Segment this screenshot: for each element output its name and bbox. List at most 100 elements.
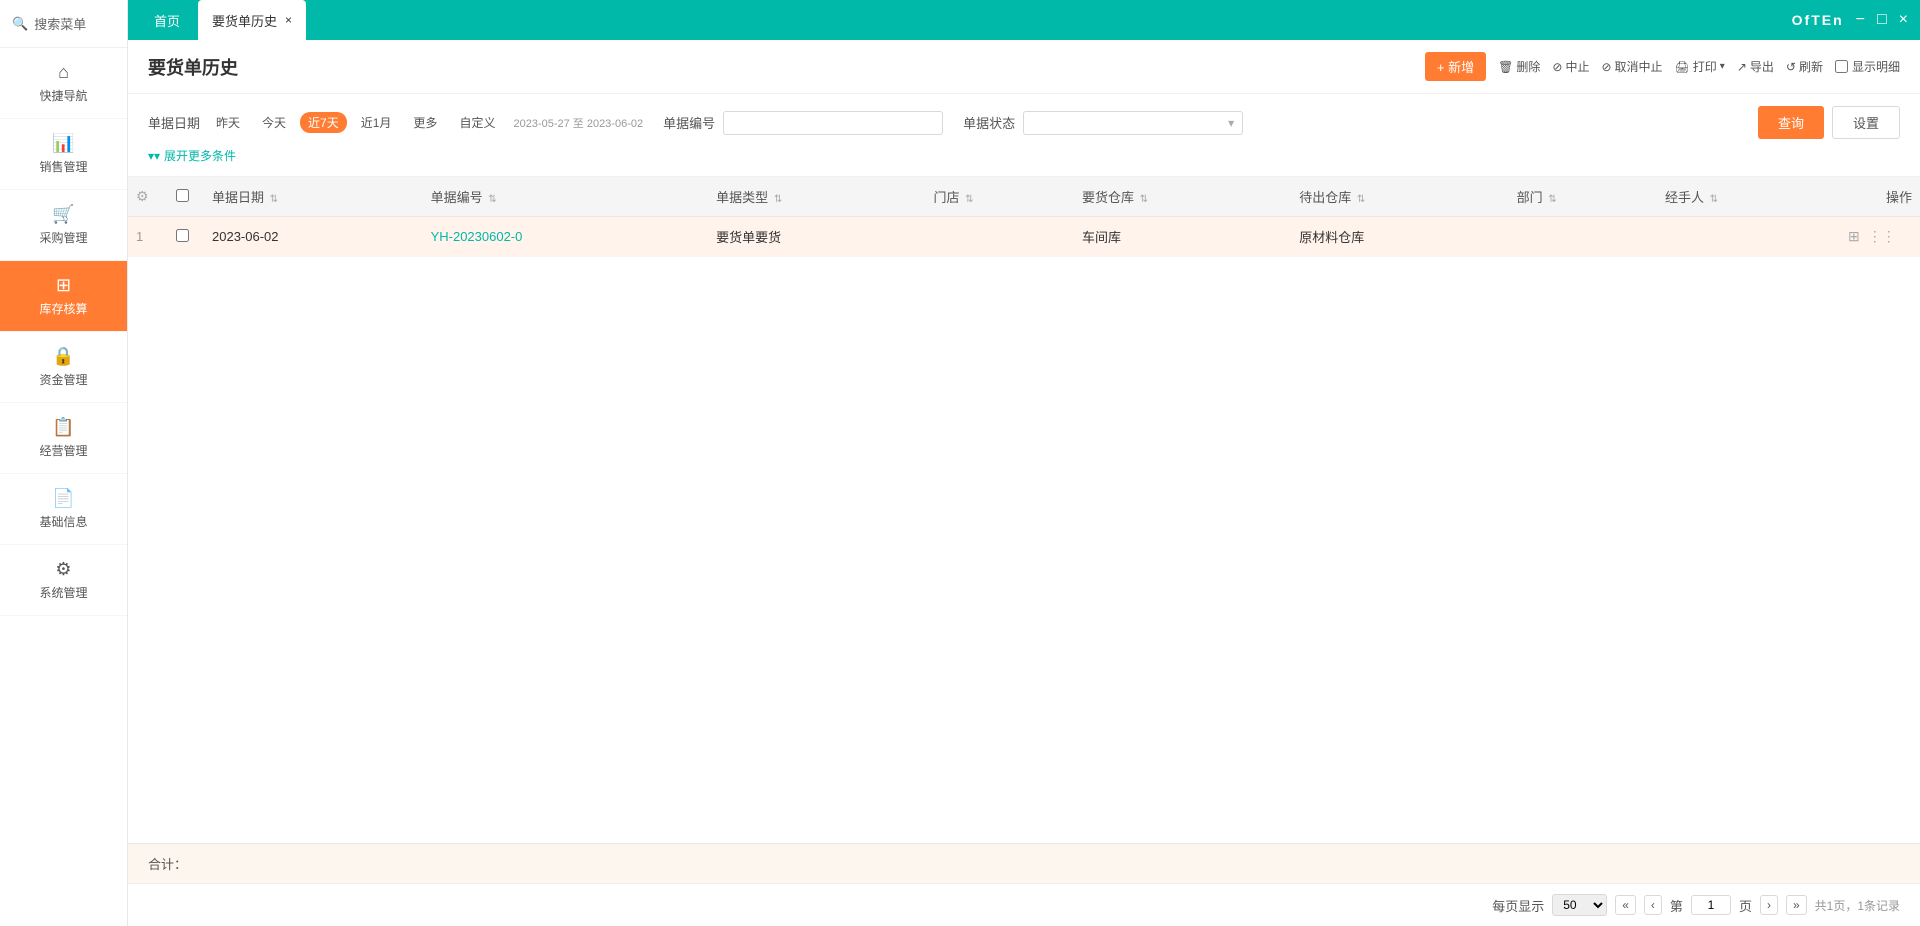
table-header-row: ⚙ 单据日期 ⇅ 单据编号 ⇅ 单据类型 ⇅ [128, 177, 1920, 217]
status-label: 单据状态 [963, 113, 1015, 132]
date-btn-yesterday[interactable]: 昨天 [208, 112, 248, 133]
sidebar-item-finance[interactable]: 🔒 资金管理 [0, 332, 127, 403]
expand-filter-button[interactable]: ▾▾ 展开更多条件 [148, 147, 236, 164]
refresh-label: 刷新 [1799, 58, 1823, 75]
row-more-icon[interactable]: ⋮⋮ [1868, 228, 1896, 245]
row-checkbox-cell [168, 217, 204, 257]
date-btn-more[interactable]: 更多 [405, 112, 445, 133]
row-store [926, 217, 1074, 257]
refresh-button[interactable]: ↺ 刷新 [1786, 58, 1823, 75]
export-button[interactable]: ↗ 导出 [1737, 58, 1774, 75]
cancel-stop-icon: ⊘ [1601, 60, 1611, 74]
col-store-label: 门店 [934, 190, 960, 205]
filter-date: 单据日期 昨天 今天 近7天 近1月 更多 自定义 2023-05-27 至 2… [148, 112, 643, 133]
date-btn-custom[interactable]: 自定义 [451, 112, 503, 133]
select-all-checkbox[interactable] [176, 189, 189, 202]
tab-close-icon[interactable]: × [285, 13, 292, 27]
print-icon: 🖨 [1675, 60, 1690, 74]
add-button[interactable]: + 新增 [1425, 52, 1486, 81]
sort-request-warehouse-icon[interactable]: ⇅ [1140, 194, 1148, 205]
tab-home[interactable]: 首页 [140, 0, 194, 40]
display-detail-toggle[interactable]: 显示明细 [1835, 58, 1900, 75]
filter-area: 单据日期 昨天 今天 近7天 近1月 更多 自定义 2023-05-27 至 2… [128, 94, 1920, 177]
row-bill-type: 要货单要货 [708, 217, 925, 257]
display-detail-checkbox[interactable] [1835, 60, 1848, 73]
col-action: 操作 [1840, 177, 1920, 217]
expand-label: 展开更多条件 [164, 147, 236, 164]
data-table: ⚙ 单据日期 ⇅ 单据编号 ⇅ 单据类型 ⇅ [128, 177, 1920, 257]
row-checkbox[interactable] [176, 229, 189, 242]
sidebar-item-basic[interactable]: 📄 基础信息 [0, 474, 127, 545]
table-body: 1 2023-06-02 YH-20230602-0 要货单要货 车间库 原材料… [128, 217, 1920, 257]
date-btn-7days[interactable]: 近7天 [300, 112, 347, 133]
page-title: 要货单历史 [148, 54, 238, 92]
sidebar-item-purchase[interactable]: 🛒 采购管理 [0, 190, 127, 261]
delete-button[interactable]: 🗑 删除 [1498, 58, 1540, 75]
first-page-btn[interactable]: « [1615, 895, 1636, 915]
cancel-stop-label: 取消中止 [1615, 58, 1663, 75]
settings-button[interactable]: 设置 [1832, 106, 1900, 139]
cancel-stop-button[interactable]: ⊘ 取消中止 [1601, 58, 1662, 75]
sidebar-item-sales[interactable]: 📊 销售管理 [0, 119, 127, 190]
stop-button[interactable]: ⊘ 中止 [1552, 58, 1589, 75]
table-footer: 合计： [128, 843, 1920, 883]
bill-no-link[interactable]: YH-20230602-0 [431, 229, 523, 244]
status-select[interactable]: ▾ [1023, 111, 1243, 135]
status-dropdown-icon: ▾ [1228, 116, 1234, 130]
delete-label: 删除 [1516, 58, 1540, 75]
date-group: 昨天 今天 近7天 近1月 更多 自定义 2023-05-27 至 2023-0… [208, 112, 643, 133]
topbar: 首页 要货单历史 × OfTEn − □ × [128, 0, 1920, 40]
row-action: ⊞ ⋮⋮ [1840, 217, 1920, 257]
next-page-btn[interactable]: › [1760, 895, 1778, 915]
sidebar-item-system[interactable]: ⚙ 系统管理 [0, 545, 127, 616]
print-arrow-icon: ▾ [1720, 61, 1725, 72]
minimize-icon[interactable]: − [1856, 11, 1865, 29]
sort-bill-date-icon[interactable]: ⇅ [270, 194, 278, 205]
sidebar-item-inventory-label: 库存核算 [39, 300, 87, 317]
filter-action-btns: 查询 设置 [1758, 106, 1900, 139]
filter-expand-row: ▾▾ 展开更多条件 [148, 147, 1900, 164]
sidebar-item-operations[interactable]: 📋 经营管理 [0, 403, 127, 474]
col-bill-date-label: 单据日期 [212, 190, 264, 205]
expand-icon: ▾▾ [148, 149, 160, 163]
row-edit-icon[interactable]: ⊞ [1848, 228, 1860, 245]
page-suffix-label: 页 [1739, 896, 1752, 915]
last-page-btn[interactable]: » [1786, 895, 1807, 915]
bill-no-input[interactable] [723, 111, 943, 135]
row-num: 1 [128, 217, 168, 257]
tab-bill-history[interactable]: 要货单历史 × [198, 0, 306, 40]
export-icon: ↗ [1737, 60, 1747, 74]
filter-bill-no: 单据编号 [663, 111, 943, 135]
sort-bill-no-icon[interactable]: ⇅ [488, 194, 496, 205]
sort-handler-icon[interactable]: ⇅ [1710, 194, 1718, 205]
col-store: 门店 ⇅ [926, 177, 1074, 217]
col-request-warehouse: 要货仓库 ⇅ [1074, 177, 1291, 217]
maximize-icon[interactable]: □ [1877, 11, 1887, 29]
pagination: 每页显示 50 100 200 « ‹ 第 页 › » 共1页，1条记录 [128, 883, 1920, 926]
sort-pending-warehouse-icon[interactable]: ⇅ [1357, 194, 1365, 205]
per-page-select[interactable]: 50 100 200 [1552, 894, 1607, 916]
window-close-icon[interactable]: × [1899, 11, 1908, 29]
col-bill-type: 单据类型 ⇅ [708, 177, 925, 217]
sidebar-item-quick-nav[interactable]: ⌂ 快捷导航 [0, 48, 127, 119]
finance-icon: 🔒 [52, 346, 74, 367]
date-btn-today[interactable]: 今天 [254, 112, 294, 133]
date-btn-1month[interactable]: 近1月 [353, 112, 400, 133]
col-bill-date: 单据日期 ⇅ [204, 177, 423, 217]
col-settings: ⚙ [128, 177, 168, 217]
page-header: 要货单历史 + 新增 🗑 删除 ⊘ 中止 ⊘ 取消中止 🖨 打印 ▾ ↗ [128, 40, 1920, 94]
print-button[interactable]: 🖨 打印 ▾ [1675, 58, 1725, 75]
prev-page-btn[interactable]: ‹ [1644, 895, 1662, 915]
sort-store-icon[interactable]: ⇅ [965, 194, 973, 205]
col-handler-label: 经手人 [1665, 190, 1704, 205]
page-number-input[interactable] [1691, 895, 1731, 915]
sort-department-icon[interactable]: ⇅ [1548, 194, 1556, 205]
sidebar-search[interactable]: 🔍 搜索菜单 [0, 0, 127, 48]
col-settings-icon[interactable]: ⚙ [136, 188, 149, 204]
topbar-right: OfTEn − □ × [1792, 11, 1908, 29]
col-bill-no-label: 单据编号 [431, 190, 483, 205]
display-detail-label: 显示明细 [1852, 58, 1900, 75]
sort-bill-type-icon[interactable]: ⇅ [774, 194, 782, 205]
sidebar-item-inventory[interactable]: ⊞ 库存核算 [0, 261, 127, 332]
query-button[interactable]: 查询 [1758, 106, 1824, 139]
